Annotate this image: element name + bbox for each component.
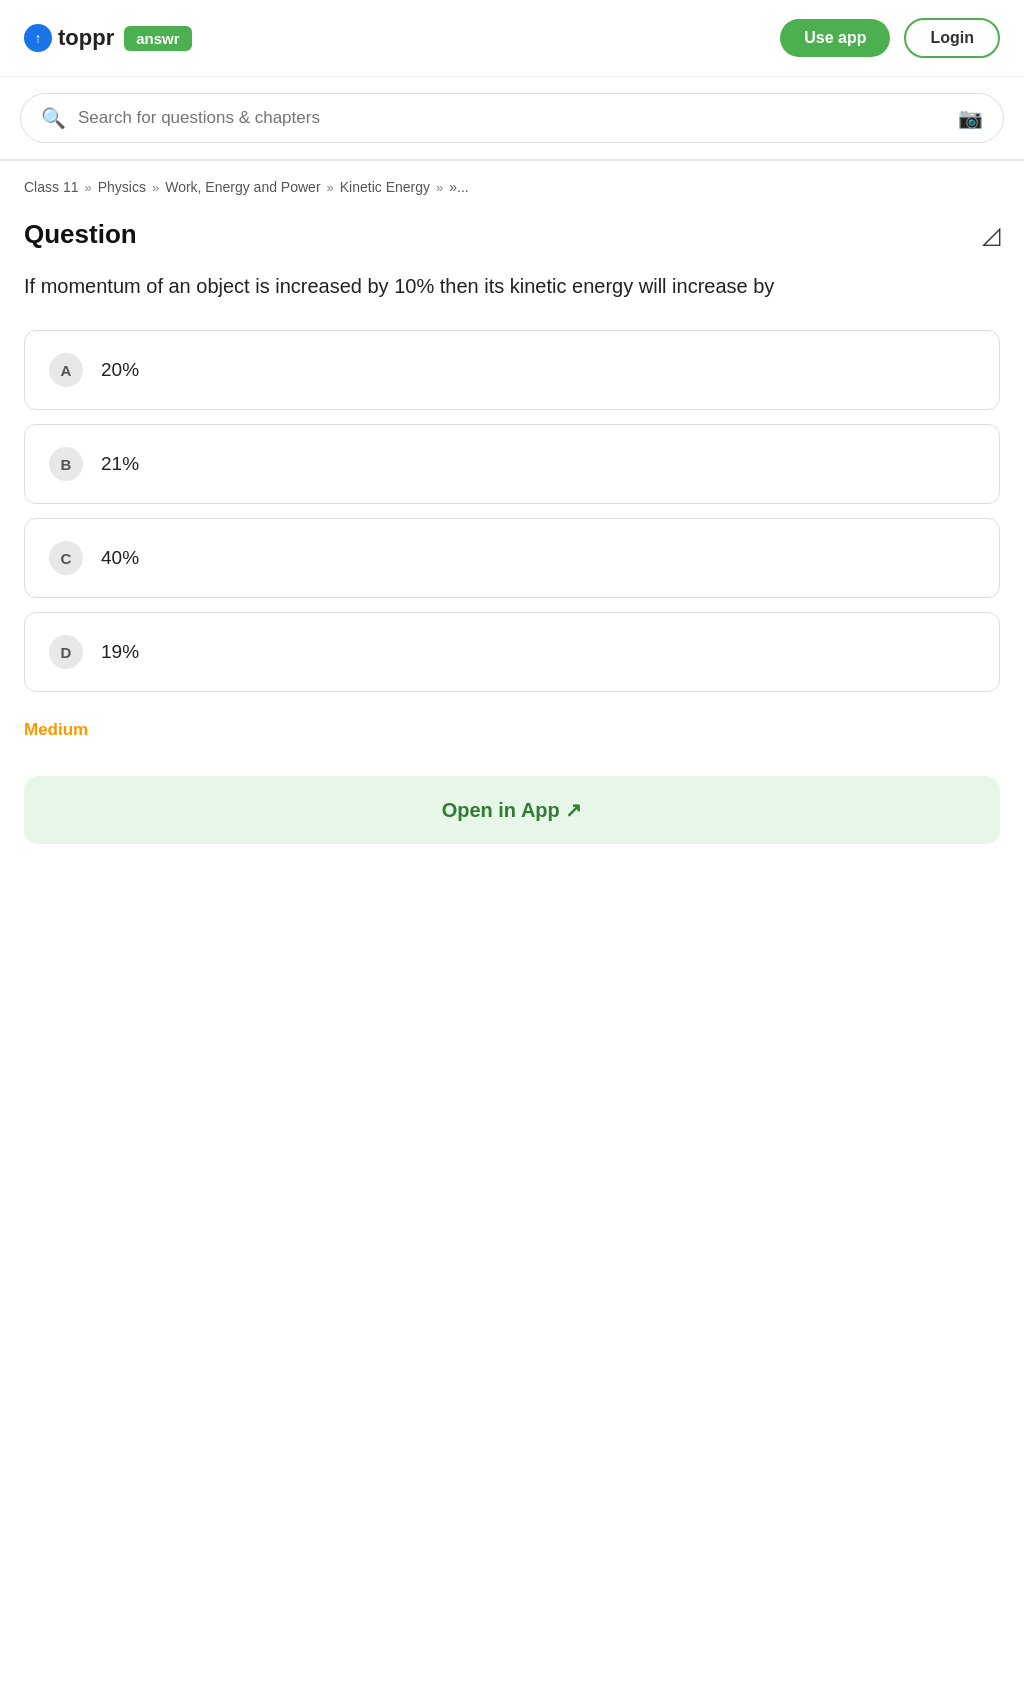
- option-c-badge: C: [49, 541, 83, 575]
- option-d-badge: D: [49, 635, 83, 669]
- question-header: Question ◿: [24, 219, 1000, 250]
- question-section: Question ◿ If momentum of an object is i…: [0, 203, 1024, 776]
- search-icon: 🔍: [41, 106, 66, 130]
- option-a-card[interactable]: A 20%: [24, 330, 1000, 410]
- breadcrumb-more[interactable]: »...: [449, 179, 468, 195]
- breadcrumb-physics[interactable]: Physics: [98, 179, 146, 195]
- breadcrumb-kinetic-energy[interactable]: Kinetic Energy: [340, 179, 430, 195]
- option-b-card[interactable]: B 21%: [24, 424, 1000, 504]
- toppr-icon: ↑: [24, 24, 52, 52]
- breadcrumb-work-energy[interactable]: Work, Energy and Power: [165, 179, 320, 195]
- option-a-badge: A: [49, 353, 83, 387]
- option-b-badge: B: [49, 447, 83, 481]
- open-app-container: Open in App ↗: [0, 776, 1024, 884]
- options-container: A 20% B 21% C 40% D 19%: [24, 330, 1000, 692]
- breadcrumb: Class 11 » Physics » Work, Energy and Po…: [24, 179, 1000, 195]
- breadcrumb-sep-2: »: [152, 180, 159, 195]
- header: ↑ toppr answr Use app Login: [0, 0, 1024, 77]
- camera-icon[interactable]: 📷: [958, 106, 983, 130]
- open-in-app-button[interactable]: Open in App ↗: [24, 776, 1000, 844]
- toppr-logo-text: toppr: [58, 25, 114, 51]
- option-d-text: 19%: [101, 641, 139, 663]
- breadcrumb-sep-3: »: [327, 180, 334, 195]
- option-a-text: 20%: [101, 359, 139, 381]
- breadcrumb-sep-4: »: [436, 180, 443, 195]
- answr-badge: answr: [124, 26, 191, 51]
- option-b-text: 21%: [101, 453, 139, 475]
- difficulty-label: Medium: [24, 720, 1000, 740]
- question-title: Question: [24, 219, 137, 250]
- search-bar: 🔍 📷: [20, 93, 1004, 143]
- breadcrumb-class11[interactable]: Class 11: [24, 179, 78, 195]
- search-container: 🔍 📷: [0, 77, 1024, 161]
- question-text: If momentum of an object is increased by…: [24, 270, 1000, 302]
- bookmark-icon[interactable]: ◿: [982, 221, 1000, 249]
- login-button[interactable]: Login: [904, 18, 1000, 58]
- option-c-card[interactable]: C 40%: [24, 518, 1000, 598]
- breadcrumb-sep-1: »: [84, 180, 91, 195]
- option-d-card[interactable]: D 19%: [24, 612, 1000, 692]
- breadcrumb-container: Class 11 » Physics » Work, Energy and Po…: [0, 161, 1024, 203]
- option-c-text: 40%: [101, 547, 139, 569]
- header-left: ↑ toppr answr: [24, 24, 192, 52]
- toppr-logo: ↑ toppr: [24, 24, 114, 52]
- search-input[interactable]: [78, 108, 946, 128]
- header-right: Use app Login: [780, 18, 1000, 58]
- use-app-button[interactable]: Use app: [780, 19, 890, 57]
